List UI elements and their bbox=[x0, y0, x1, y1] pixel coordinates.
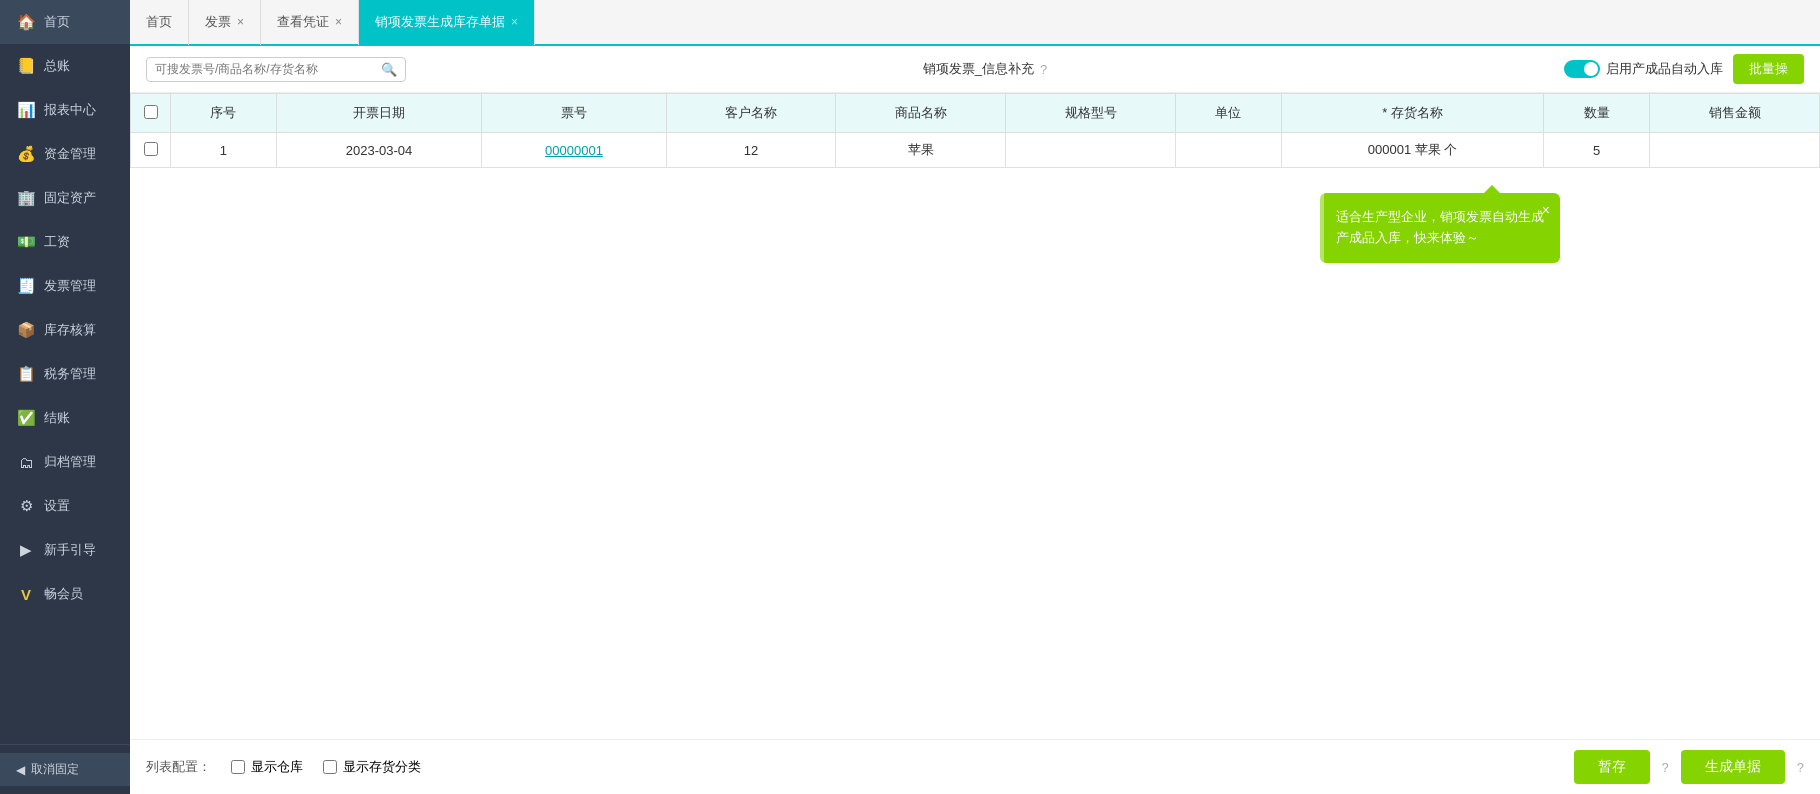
show-warehouse-checkbox[interactable] bbox=[231, 760, 245, 774]
tooltip-close[interactable]: × bbox=[1542, 199, 1550, 221]
page-content: 🔍 销项发票_信息补充 ? 启用产成品自动入库 批量操 bbox=[130, 46, 1820, 794]
toggle-switch: 启用产成品自动入库 bbox=[1564, 60, 1723, 78]
tooltip-popup: × 适合生产型企业，销项发票自动生成产成品入库，快来体验～ bbox=[1320, 193, 1560, 263]
search-icon: 🔍 bbox=[381, 62, 397, 77]
tooltip-bar bbox=[1320, 193, 1324, 263]
data-table: 序号 开票日期 票号 客户名称 商品名称 规格型号 单位 * 存货名称 数量 销… bbox=[130, 93, 1820, 168]
guide-icon: ▶ bbox=[16, 541, 36, 559]
show-category-group: 显示存货分类 bbox=[323, 758, 421, 776]
table-row: 1 2023-03-04 00000001 12 苹果 000001 苹果 个 … bbox=[131, 133, 1820, 168]
row-amount bbox=[1650, 133, 1820, 168]
tab-invoice[interactable]: 发票 × bbox=[189, 0, 261, 45]
config-label: 列表配置： bbox=[146, 758, 211, 776]
sidebar-item-funds[interactable]: 💰 资金管理 bbox=[0, 132, 130, 176]
col-amount: 销售金额 bbox=[1650, 94, 1820, 133]
show-warehouse-group: 显示仓库 bbox=[231, 758, 303, 776]
toolbar-right: 启用产成品自动入库 批量操 bbox=[1564, 54, 1804, 84]
auto-import-toggle[interactable] bbox=[1564, 60, 1600, 78]
sidebar-item-settings[interactable]: ⚙ 设置 bbox=[0, 484, 130, 528]
tab-voucher[interactable]: 查看凭证 × bbox=[261, 0, 359, 45]
select-all-header[interactable] bbox=[131, 94, 171, 133]
col-customer: 客户名称 bbox=[666, 94, 836, 133]
sidebar-item-ledger[interactable]: 📒 总账 bbox=[0, 44, 130, 88]
inventory-icon: 📦 bbox=[16, 321, 36, 339]
help-icon[interactable]: ? bbox=[1040, 62, 1047, 77]
sidebar: 🏠 首页 📒 总账 📊 报表中心 💰 资金管理 🏢 固定资产 💵 工资 🧾 发票… bbox=[0, 0, 130, 794]
row-checkbox-cell[interactable] bbox=[131, 133, 171, 168]
unfix-icon: ◀ bbox=[16, 763, 25, 777]
funds-icon: 💰 bbox=[16, 145, 36, 163]
vip-icon: V bbox=[16, 586, 36, 603]
sidebar-item-reports[interactable]: 📊 报表中心 bbox=[0, 88, 130, 132]
tooltip-text: 适合生产型企业，销项发票自动生成产成品入库，快来体验～ bbox=[1336, 209, 1544, 245]
row-goods: 苹果 bbox=[836, 133, 1006, 168]
show-category-label: 显示存货分类 bbox=[343, 758, 421, 776]
col-goods: 商品名称 bbox=[836, 94, 1006, 133]
col-qty: 数量 bbox=[1544, 94, 1650, 133]
sidebar-item-invoice-mgmt[interactable]: 🧾 发票管理 bbox=[0, 264, 130, 308]
search-box[interactable]: 🔍 bbox=[146, 57, 406, 82]
assets-icon: 🏢 bbox=[16, 189, 36, 207]
sidebar-item-salary[interactable]: 💵 工资 bbox=[0, 220, 130, 264]
sidebar-item-assets[interactable]: 🏢 固定资产 bbox=[0, 176, 130, 220]
sidebar-item-guide[interactable]: ▶ 新手引导 bbox=[0, 528, 130, 572]
row-seq: 1 bbox=[171, 133, 277, 168]
reports-icon: 📊 bbox=[16, 101, 36, 119]
table-container: 序号 开票日期 票号 客户名称 商品名称 规格型号 单位 * 存货名称 数量 销… bbox=[130, 93, 1820, 739]
sidebar-item-archive[interactable]: 🗂 归档管理 bbox=[0, 440, 130, 484]
generate-help-icon[interactable]: ? bbox=[1797, 760, 1804, 775]
select-all-checkbox[interactable] bbox=[144, 105, 158, 119]
sidebar-item-checkout[interactable]: ✅ 结账 bbox=[0, 396, 130, 440]
tab-invoice-close[interactable]: × bbox=[237, 15, 244, 29]
search-input[interactable] bbox=[155, 62, 381, 76]
row-customer: 12 bbox=[666, 133, 836, 168]
main-content: 首页 发票 × 查看凭证 × 销项发票生成库存单据 × 🔍 销项发票_信息补充 bbox=[130, 0, 1820, 794]
row-inventory[interactable]: 000001 苹果 个 bbox=[1281, 133, 1543, 168]
generate-button[interactable]: 生成单据 bbox=[1681, 750, 1785, 784]
show-category-checkbox[interactable] bbox=[323, 760, 337, 774]
save-button[interactable]: 暂存 bbox=[1574, 750, 1650, 784]
sidebar-unfix[interactable]: ◀ 取消固定 bbox=[0, 753, 130, 786]
tab-home[interactable]: 首页 bbox=[130, 0, 189, 45]
archive-icon: 🗂 bbox=[16, 454, 36, 471]
sidebar-item-tax[interactable]: 📋 税务管理 bbox=[0, 352, 130, 396]
col-unit: 单位 bbox=[1176, 94, 1282, 133]
settings-icon: ⚙ bbox=[16, 497, 36, 515]
toggle-label: 启用产成品自动入库 bbox=[1606, 60, 1723, 78]
toolbar-left: 🔍 bbox=[146, 57, 406, 82]
col-seq: 序号 bbox=[171, 94, 277, 133]
toolbar-title: 销项发票_信息补充 bbox=[923, 60, 1034, 78]
col-inventory: * 存货名称 bbox=[1281, 94, 1543, 133]
row-unit bbox=[1176, 133, 1282, 168]
home-icon: 🏠 bbox=[16, 13, 36, 31]
row-qty: 5 bbox=[1544, 133, 1650, 168]
tab-stock[interactable]: 销项发票生成库存单据 × bbox=[359, 0, 535, 45]
tab-bar: 首页 发票 × 查看凭证 × 销项发票生成库存单据 × bbox=[130, 0, 1820, 46]
col-date: 开票日期 bbox=[276, 94, 482, 133]
row-ticket[interactable]: 00000001 bbox=[482, 133, 666, 168]
batch-button[interactable]: 批量操 bbox=[1733, 54, 1804, 84]
tab-voucher-close[interactable]: × bbox=[335, 15, 342, 29]
sidebar-item-home[interactable]: 🏠 首页 bbox=[0, 0, 130, 44]
save-help-icon[interactable]: ? bbox=[1662, 760, 1669, 775]
bottom-bar: 列表配置： 显示仓库 显示存货分类 暂存 ? 生成单据 ? bbox=[130, 739, 1820, 794]
toolbar-center: 销项发票_信息补充 ? bbox=[923, 60, 1047, 78]
col-ticket: 票号 bbox=[482, 94, 666, 133]
toolbar: 🔍 销项发票_信息补充 ? 启用产成品自动入库 批量操 bbox=[130, 46, 1820, 93]
bottom-actions: 暂存 ? 生成单据 ? bbox=[1574, 750, 1804, 784]
row-date: 2023-03-04 bbox=[276, 133, 482, 168]
invoice-mgmt-icon: 🧾 bbox=[16, 277, 36, 295]
row-spec bbox=[1006, 133, 1176, 168]
sidebar-item-inventory[interactable]: 📦 库存核算 bbox=[0, 308, 130, 352]
show-warehouse-label: 显示仓库 bbox=[251, 758, 303, 776]
tax-icon: 📋 bbox=[16, 365, 36, 383]
salary-icon: 💵 bbox=[16, 233, 36, 251]
tab-stock-close[interactable]: × bbox=[511, 15, 518, 29]
checkout-icon: ✅ bbox=[16, 409, 36, 427]
sidebar-item-vip[interactable]: V 畅会员 bbox=[0, 572, 130, 616]
row-checkbox[interactable] bbox=[144, 142, 158, 156]
ledger-icon: 📒 bbox=[16, 57, 36, 75]
col-spec: 规格型号 bbox=[1006, 94, 1176, 133]
